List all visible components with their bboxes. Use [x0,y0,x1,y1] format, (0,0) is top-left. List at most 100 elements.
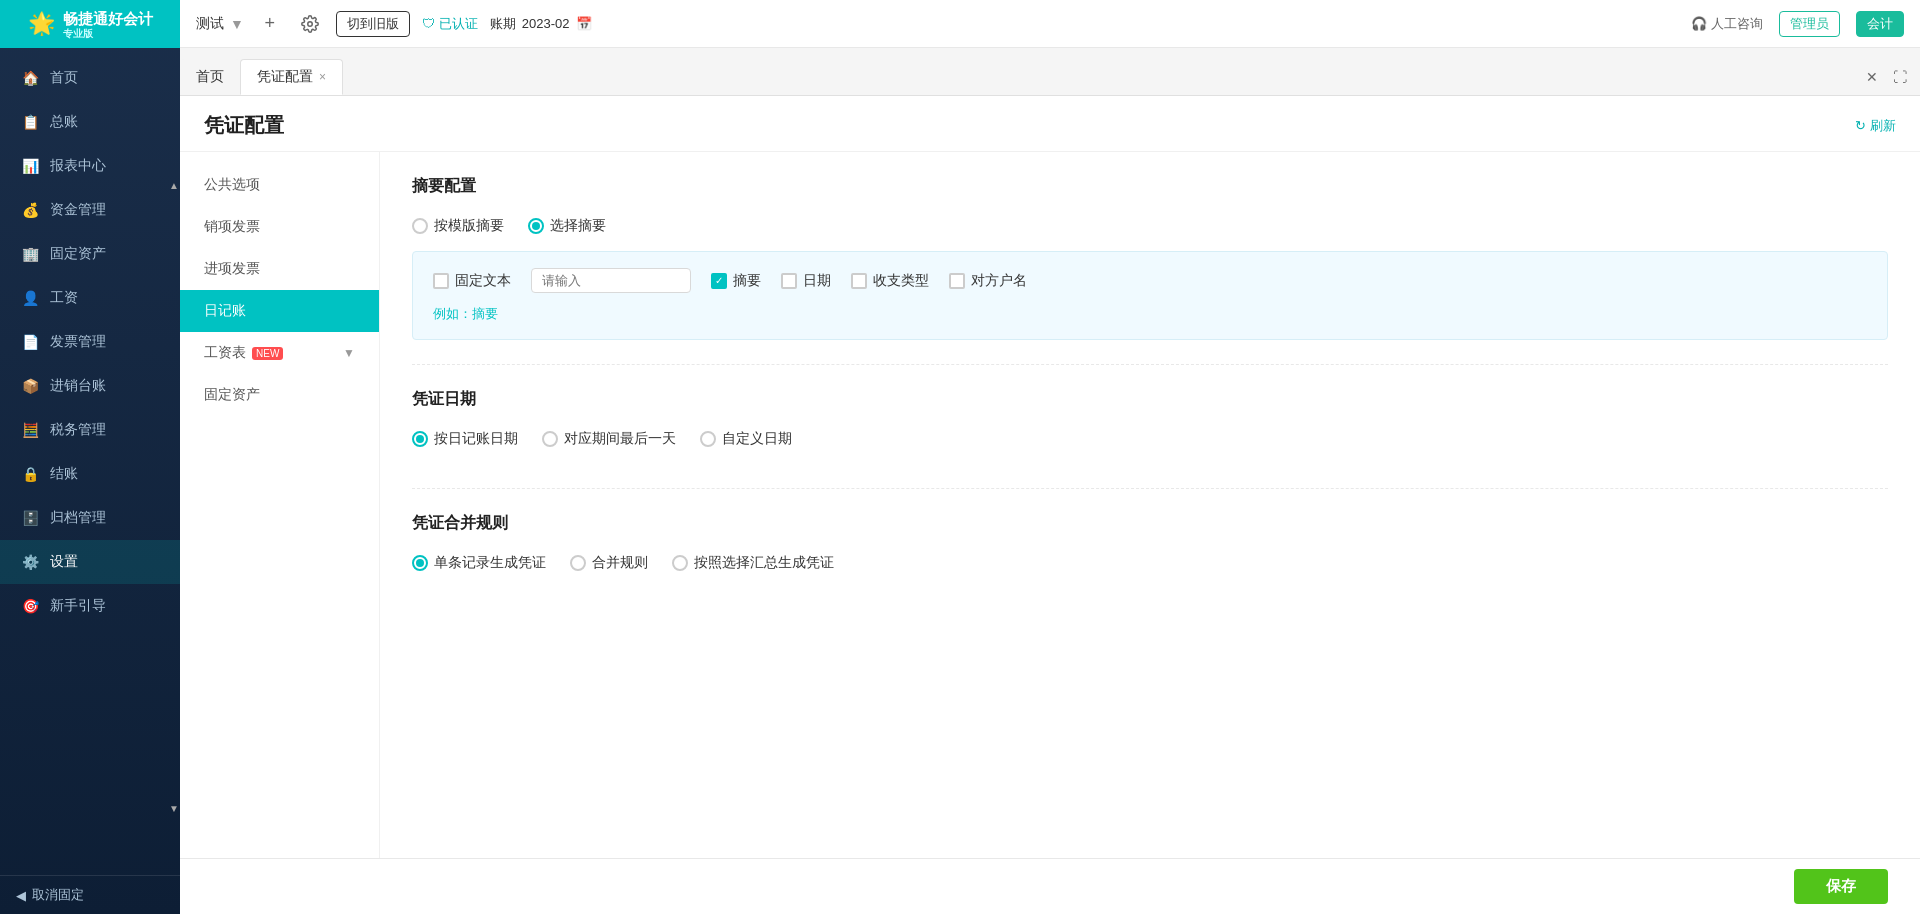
manager-btn[interactable]: 管理员 [1779,11,1840,37]
main-area: 测试 ▼ + 切到旧版 🛡 已认证 账期 2023-02 📅 🎧 人工咨询 管理… [180,0,1920,914]
sidebar-item-close[interactable]: 🔒 结账 [0,452,180,496]
sidebar-item-ledger[interactable]: 📋 总账 [0,100,180,144]
tab-close-window-btn[interactable]: ✕ [1860,65,1884,89]
checkbox-summary[interactable]: 摘要 [711,272,761,290]
tab-close-icon[interactable]: × [319,70,326,84]
menu-chevron-icon: ▼ [343,346,355,360]
merge-radio-single[interactable]: 单条记录生成凭证 [412,554,546,572]
sidebar-item-guide[interactable]: 🎯 新手引导 [0,584,180,628]
refresh-icon: ↻ [1855,118,1866,133]
merge-config-section: 凭证合并规则 单条记录生成凭证 合并规则 按照选择汇总生成凭证 [412,513,1888,612]
sidebar-item-report[interactable]: 📊 报表中心 [0,144,180,188]
sidebar-item-label: 发票管理 [50,333,106,351]
merge-radio-rule[interactable]: 合并规则 [570,554,648,572]
sidebar-item-label: 报表中心 [50,157,106,175]
checkbox-income-type[interactable]: 收支类型 [851,272,929,290]
menu-item-fixed[interactable]: 固定资产 [180,374,379,416]
sidebar-item-settings[interactable]: ⚙️ 设置 [0,540,180,584]
sidebar-item-funds[interactable]: 💰 资金管理 [0,188,180,232]
checkbox-counterpart-box [949,273,965,289]
radio-journal-date-circle [412,431,428,447]
tab-bar: 首页 凭证配置 × ✕ ⛶ [180,48,1920,96]
certified-icon: 🛡 [422,16,435,31]
calendar-icon[interactable]: 📅 [576,16,592,31]
payroll-icon: 👤 [20,288,40,308]
consult-label: 人工咨询 [1711,15,1763,33]
sidebar-item-trade[interactable]: 📦 进销台账 [0,364,180,408]
radio-merge-rule-circle [570,555,586,571]
date-radio-custom[interactable]: 自定义日期 [700,430,792,448]
assets-icon: 🏢 [20,244,40,264]
close-accounts-icon: 🔒 [20,464,40,484]
tab-home[interactable]: 首页 [180,59,240,95]
radio-select-all-label: 按照选择汇总生成凭证 [694,554,834,572]
menu-item-purchase-label: 进项发票 [204,260,260,278]
tab-voucher-config[interactable]: 凭证配置 × [240,59,343,95]
checkbox-fixed-text[interactable]: 固定文本 [433,272,511,290]
period-label: 账期 [490,15,516,33]
refresh-btn[interactable]: ↻ 刷新 [1855,117,1896,135]
menu-item-payroll[interactable]: 工资表 NEW ▼ [180,332,379,374]
accountant-btn[interactable]: 会计 [1856,11,1904,37]
sidebar-item-label: 设置 [50,553,78,571]
new-badge: NEW [252,347,283,360]
sidebar-item-label: 资金管理 [50,201,106,219]
period-value: 2023-02 [522,16,570,31]
menu-item-fixed-label: 固定资产 [204,386,260,404]
top-bar-right: 🎧 人工咨询 管理员 会计 [1691,11,1904,37]
ledger-icon: 📋 [20,112,40,132]
period-info: 账期 2023-02 📅 [490,15,592,33]
sidebar-item-label: 新手引导 [50,597,106,615]
radio-select-all-circle [672,555,688,571]
radio-custom-date-label: 自定义日期 [722,430,792,448]
radio-single-circle [412,555,428,571]
menu-item-sales[interactable]: 销项发票 [180,206,379,248]
tab-home-label: 首页 [196,68,224,86]
sidebar-item-label: 固定资产 [50,245,106,263]
checkbox-counterpart[interactable]: 对方户名 [949,272,1027,290]
tab-fullscreen-btn[interactable]: ⛶ [1888,65,1912,89]
certified-badge: 🛡 已认证 [422,15,478,33]
logo-icon: 🌟 [28,11,55,37]
sidebar-item-assets[interactable]: 🏢 固定资产 [0,232,180,276]
sidebar-item-label: 税务管理 [50,421,106,439]
sidebar-item-tax[interactable]: 🧮 税务管理 [0,408,180,452]
merge-radio-select-all[interactable]: 按照选择汇总生成凭证 [672,554,834,572]
report-icon: 📊 [20,156,40,176]
page-title: 凭证配置 [204,112,284,139]
checkbox-date[interactable]: 日期 [781,272,831,290]
sidebar-item-payroll[interactable]: 👤 工资 [0,276,180,320]
consult-btn[interactable]: 🎧 人工咨询 [1691,15,1763,33]
summary-radio-template[interactable]: 按模版摘要 [412,217,504,235]
save-btn[interactable]: 保存 [1794,869,1888,904]
certified-label: 已认证 [439,15,478,33]
radio-single-label: 单条记录生成凭证 [434,554,546,572]
checkbox-row-main: 固定文本 摘要 日期 [433,268,1867,293]
date-radio-period-last[interactable]: 对应期间最后一天 [542,430,676,448]
sidebar-item-home[interactable]: 🏠 首页 [0,56,180,100]
radio-merge-rule-label: 合并规则 [592,554,648,572]
old-version-btn[interactable]: 切到旧版 [336,11,410,37]
fixed-text-input[interactable] [531,268,691,293]
add-project-btn[interactable]: + [256,10,284,38]
sidebar-item-archive[interactable]: 🗄️ 归档管理 [0,496,180,540]
page-content: 凭证配置 ↻ 刷新 公共选项 销项发票 进项发票 日记账 [180,96,1920,914]
sidebar-item-invoice[interactable]: 📄 发票管理 [0,320,180,364]
logo-text: 畅捷通好会计 专业版 [63,10,153,39]
project-name-text: 测试 [196,15,224,33]
funds-icon: 💰 [20,200,40,220]
scroll-down-arrow[interactable]: ▼ [169,803,179,814]
content-body: 公共选项 销项发票 进项发票 日记账 工资表 NEW ▼ 固定资产 [180,152,1920,914]
scroll-up-arrow[interactable]: ▲ [169,180,179,191]
date-radio-journal[interactable]: 按日记账日期 [412,430,518,448]
menu-item-purchase[interactable]: 进项发票 [180,248,379,290]
summary-radio-select[interactable]: 选择摘要 [528,217,606,235]
summary-radio-group: 按模版摘要 选择摘要 [412,217,1888,235]
radio-custom-date-circle [700,431,716,447]
settings-gear-btn[interactable] [296,10,324,38]
project-chevron-icon[interactable]: ▼ [230,16,244,32]
logo-sub: 专业版 [63,29,153,39]
sidebar-unfix-btn[interactable]: ◀ 取消固定 [0,875,180,914]
menu-item-public[interactable]: 公共选项 [180,164,379,206]
menu-item-journal[interactable]: 日记账 [180,290,379,332]
